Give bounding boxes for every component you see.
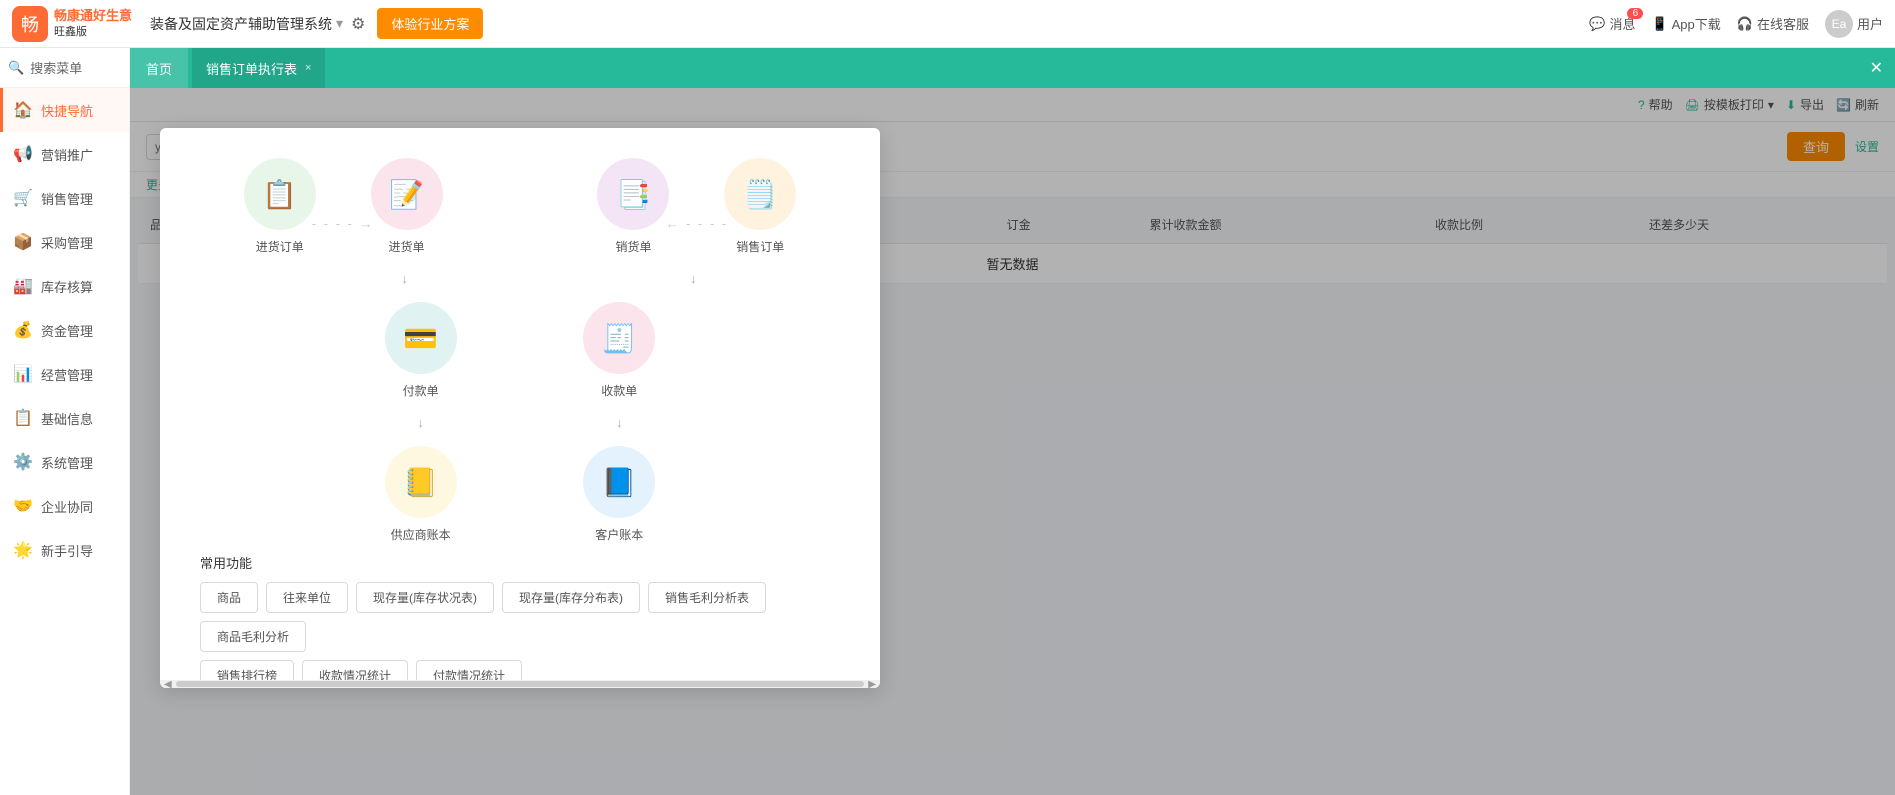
supplier-ledger-label: 供应商账本 — [391, 526, 451, 543]
download-icon: 📱 — [1651, 16, 1667, 32]
sidebar-item-basic-info[interactable]: 📋 基础信息 — [0, 396, 129, 440]
func-btn-payment-stats[interactable]: 付款情况统计 — [416, 660, 522, 680]
purchase-order-circle: 📋 — [244, 158, 316, 230]
func-btn-product[interactable]: 商品 — [200, 582, 258, 613]
func-btn-stock-status[interactable]: 现存量(库存状况表) — [356, 582, 494, 613]
func-btn-product-margin[interactable]: 商品毛利分析 — [200, 621, 306, 652]
flow-item-customer-ledger[interactable]: 📘 客户账本 — [583, 446, 655, 543]
sidebar-item-guide[interactable]: 🌟 新手引导 — [0, 528, 129, 572]
avatar: Ea — [1825, 10, 1853, 38]
system-icon: ⚙️ — [13, 452, 33, 472]
sidebar-item-quick-nav[interactable]: 🏠 快捷导航 — [0, 88, 129, 132]
common-functions-section: 常用功能 商品 往来单位 现存量(库存状况表) 现存量(库存分布表) 销售毛利分… — [200, 553, 840, 680]
sales-icon: 🛒 — [13, 188, 33, 208]
logo-area: 畅 畅康通好生意 旺鑫版 — [12, 6, 142, 42]
search-menu-button[interactable]: 🔍 搜索菜单 — [0, 48, 129, 88]
function-buttons-row1: 商品 往来单位 现存量(库存状况表) 现存量(库存分布表) 销售毛利分析表 商品… — [200, 582, 840, 652]
tab-bar: 首页 销售订单执行表 × ✕ — [130, 48, 1895, 88]
sales-receipt-circle: 📑 — [597, 158, 669, 230]
tab-home[interactable]: 首页 — [130, 48, 188, 88]
basic-info-icon: 📋 — [13, 408, 33, 428]
purchase-icon: 📦 — [13, 232, 33, 252]
receipt-circle: 🧾 — [583, 302, 655, 374]
scrollbar-thumb[interactable] — [176, 681, 865, 687]
flow-item-sales-receipt[interactable]: 📑 销货单 — [597, 158, 669, 255]
system-title: 装备及固定资产辅助管理系统 ▾ — [150, 14, 343, 34]
flow-item-sales-order[interactable]: 🗒️ 销售订单 — [724, 158, 796, 255]
tab-sales-order[interactable]: 销售订单执行表 × — [192, 48, 325, 88]
service-icon: 🎧 — [1737, 16, 1753, 32]
collab-icon: 🤝 — [13, 496, 33, 516]
content-area: 首页 销售订单执行表 × ✕ ? 帮助 🖨 — [130, 48, 1895, 795]
customer-ledger-label: 客户账本 — [595, 526, 643, 543]
flow-item-receipt[interactable]: 🧾 收款单 — [583, 302, 655, 399]
guide-icon: 🌟 — [13, 540, 33, 560]
tab-close-icon[interactable]: × — [305, 62, 311, 74]
sidebar-item-inventory[interactable]: 🏭 库存核算 — [0, 264, 129, 308]
sales-receipt-label: 销货单 — [615, 238, 651, 255]
flow-item-purchase-receipt[interactable]: 📝 进货单 — [371, 158, 443, 255]
sidebar: 🔍 搜索菜单 🏠 快捷导航 📢 营销推广 🛒 销售管理 📦 采购管理 🏭 — [0, 48, 130, 795]
search-icon: 🔍 — [8, 60, 24, 76]
sidebar-item-system[interactable]: ⚙️ 系统管理 — [0, 440, 129, 484]
common-functions-title: 常用功能 — [200, 553, 840, 572]
system-dropdown-icon[interactable]: ▾ — [336, 15, 343, 32]
user-menu[interactable]: Ea 用户 — [1825, 10, 1883, 38]
home-icon: 🏠 — [13, 100, 33, 120]
top-right-area: 💬 消息 6 📱 App下载 🎧 在线客服 Ea 用户 — [1589, 10, 1883, 38]
sidebar-item-purchase[interactable]: 📦 采购管理 — [0, 220, 129, 264]
flow-item-purchase-order[interactable]: 📋 进货订单 — [244, 158, 316, 255]
inventory-icon: 🏭 — [13, 276, 33, 296]
func-btn-sales-rank[interactable]: 销售排行榜 — [200, 660, 294, 680]
payment-label: 付款单 — [403, 382, 439, 399]
message-icon: 💬 — [1589, 16, 1605, 32]
marketing-icon: 📢 — [13, 144, 33, 164]
flow-item-supplier-ledger[interactable]: 📒 供应商账本 — [385, 446, 457, 543]
sidebar-item-collab[interactable]: 🤝 企业协同 — [0, 484, 129, 528]
modal-content: 📋 进货订单 - - - - → — [160, 128, 880, 680]
purchase-receipt-label: 进货单 — [388, 238, 424, 255]
page-content: ? 帮助 🖨 按模板打印 ▾ ⬇ 导出 🔄 刷新 — [130, 88, 1895, 795]
sidebar-item-finance[interactable]: 💰 资金管理 — [0, 308, 129, 352]
sales-order-circle: 🗒️ — [724, 158, 796, 230]
function-buttons-row2: 销售排行榜 收款情况统计 付款情况统计 — [200, 660, 840, 680]
flow-modal: 📋 进货订单 - - - - → — [160, 128, 880, 688]
func-btn-receipt-stats[interactable]: 收款情况统计 — [302, 660, 408, 680]
func-btn-stock-dist[interactable]: 现存量(库存分布表) — [502, 582, 640, 613]
online-service-button[interactable]: 🎧 在线客服 — [1737, 14, 1809, 33]
sales-order-label: 销售订单 — [736, 238, 784, 255]
app-logo-icon: 畅 — [12, 6, 48, 42]
sidebar-item-sales[interactable]: 🛒 销售管理 — [0, 176, 129, 220]
trial-button[interactable]: 体验行业方案 — [377, 8, 483, 39]
customer-ledger-circle: 📘 — [583, 446, 655, 518]
receipt-label: 收款单 — [601, 382, 637, 399]
sidebar-item-marketing[interactable]: 📢 营销推广 — [0, 132, 129, 176]
operations-icon: 📊 — [13, 364, 33, 384]
close-all-tabs-button[interactable]: ✕ — [1870, 58, 1883, 78]
modal-scrollbar[interactable]: ◀ ▶ — [160, 680, 880, 688]
modal-overlay: 📋 进货订单 - - - - → — [130, 88, 1895, 795]
scroll-left-arrow[interactable]: ◀ — [164, 679, 172, 689]
message-button[interactable]: 💬 消息 6 — [1589, 14, 1635, 33]
finance-icon: 💰 — [13, 320, 33, 340]
settings-icon[interactable]: ⚙ — [351, 14, 365, 34]
payment-circle: 💳 — [385, 302, 457, 374]
supplier-ledger-circle: 📒 — [385, 446, 457, 518]
purchase-order-label: 进货订单 — [256, 238, 304, 255]
scroll-right-arrow[interactable]: ▶ — [868, 679, 876, 689]
logo-text: 畅康通好生意 旺鑫版 — [54, 8, 132, 39]
app-download-button[interactable]: 📱 App下载 — [1651, 14, 1720, 33]
purchase-receipt-circle: 📝 — [371, 158, 443, 230]
flow-item-payment[interactable]: 💳 付款单 — [385, 302, 457, 399]
func-btn-sales-margin[interactable]: 销售毛利分析表 — [648, 582, 766, 613]
sidebar-item-operations[interactable]: 📊 经营管理 — [0, 352, 129, 396]
func-btn-partner[interactable]: 往来单位 — [266, 582, 348, 613]
